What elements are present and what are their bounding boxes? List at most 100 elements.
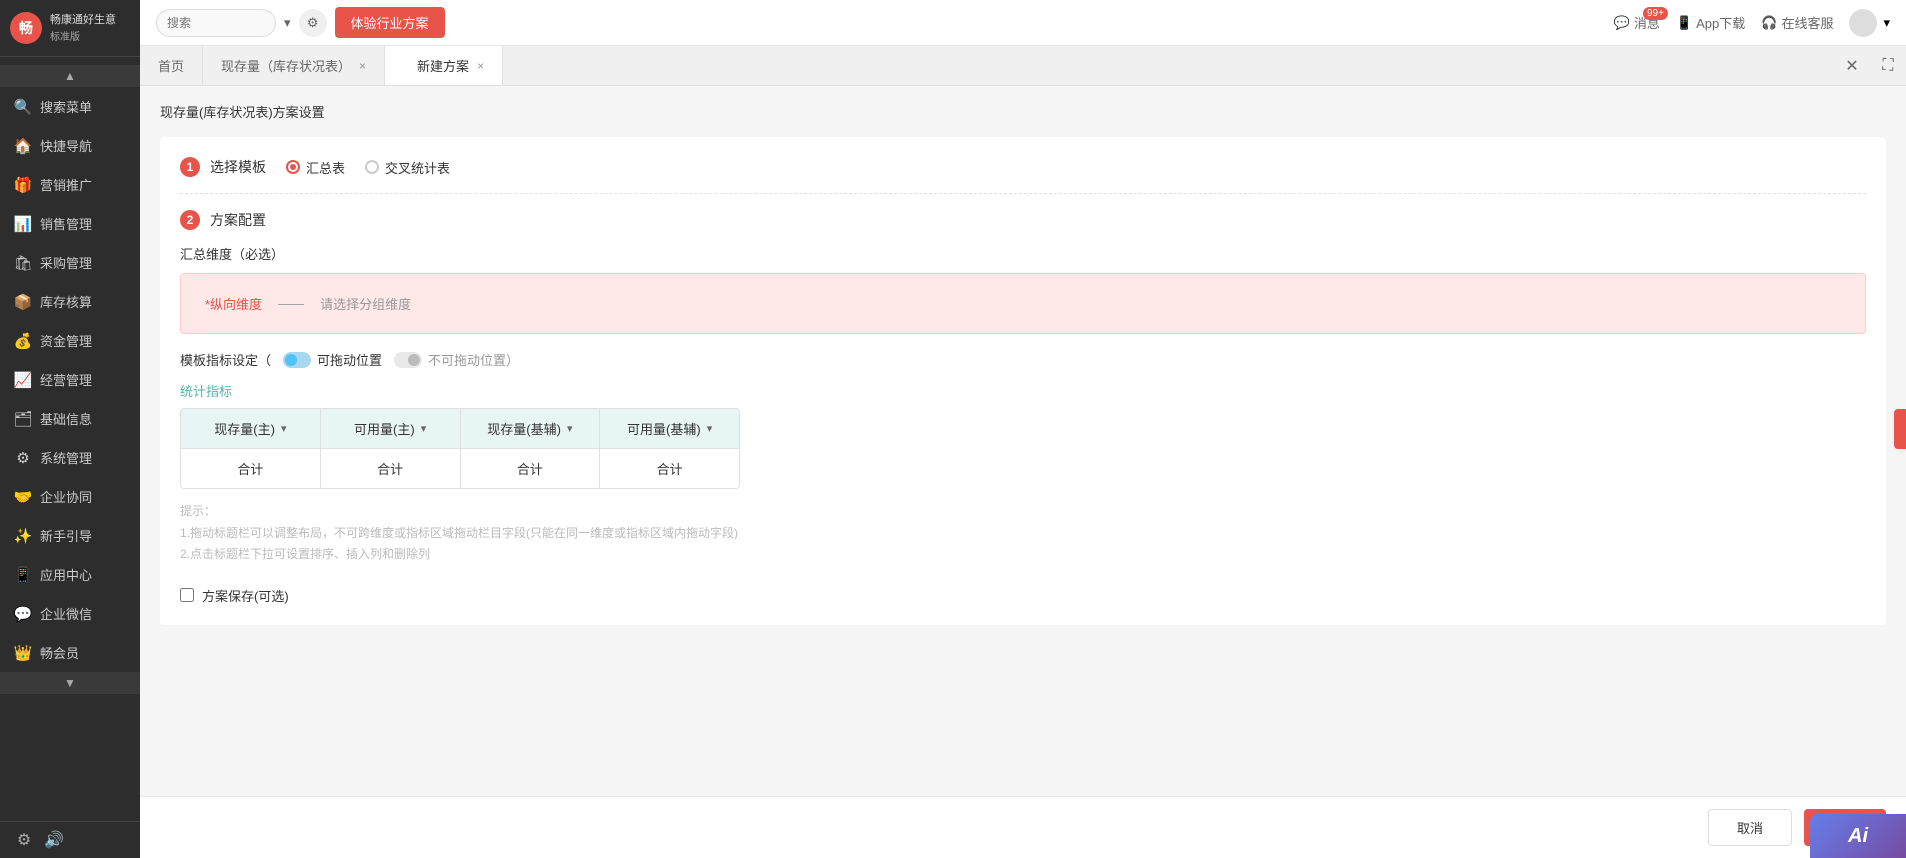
col-header-available-aux[interactable]: 可用量(基辅) ▾ <box>600 409 739 448</box>
sidebar-item-wechat[interactable]: 💬 企业微信 <box>0 594 140 633</box>
dropdown-button[interactable]: ▾ <box>284 15 291 31</box>
tip2: 2.点击标题栏下拉可设置排序、插入列和删除列 <box>180 544 1866 566</box>
sidebar-item-inventory[interactable]: 📦 库存核算 <box>0 282 140 321</box>
sidebar-item-newbie[interactable]: ✨ 新手引导 <box>0 516 140 555</box>
app-download-button[interactable]: 📱 App下载 <box>1676 13 1745 32</box>
chevron-down-icon-col2: ▾ <box>567 422 573 435</box>
sidebar-item-purchase-mgmt[interactable]: 🛍 采购管理 <box>0 243 140 282</box>
gear-icon[interactable]: ⚙ <box>299 9 327 37</box>
col-header-current-aux[interactable]: 现存量(基辅) ▾ <box>461 409 601 448</box>
brand-name: 畅康通好生意 <box>50 13 116 28</box>
radio-summary-label: 汇总表 <box>306 158 345 177</box>
wechat-icon: 💬 <box>14 605 32 623</box>
draggable-toggle-dot <box>285 354 297 366</box>
sidebar-item-label: 基础信息 <box>40 409 92 428</box>
sidebar-item-label: 采购管理 <box>40 253 92 272</box>
stats-table-row-1: 合计 合计 合计 合计 <box>181 448 739 488</box>
draggable-toggle-box <box>283 352 311 368</box>
radio-cross-circle <box>365 160 379 174</box>
sidebar-item-label: 企业微信 <box>40 604 92 623</box>
step1-header: 1 选择模板 汇总表 交叉统计表 <box>180 157 1866 177</box>
sidebar-item-operations[interactable]: 📈 经营管理 <box>0 360 140 399</box>
col-label-available-aux: 可用量(基辅) <box>627 419 701 438</box>
sidebar: 畅 畅康通好生意 标准版 ▲ 🔍 搜索菜单 🏠 快捷导航 🎁 营销推广 📊 销售… <box>0 0 140 858</box>
sidebar-scroll-up[interactable]: ▲ <box>0 65 140 87</box>
tab-close-icon[interactable]: ✕ <box>1834 48 1870 84</box>
newbie-icon: ✨ <box>14 527 32 545</box>
scroll-handle[interactable] <box>1894 409 1906 449</box>
sidebar-item-sales-mgmt[interactable]: 📊 销售管理 <box>0 204 140 243</box>
step1-title: 选择模板 <box>210 157 266 177</box>
radio-cross[interactable]: 交叉统计表 <box>365 158 450 177</box>
sidebar-item-label: 资金管理 <box>40 331 92 350</box>
enterprise-icon: 🤝 <box>14 488 32 506</box>
not-draggable-toggle: 不可拖动位置） <box>394 350 519 369</box>
tab-inventory-close[interactable]: × <box>359 59 366 73</box>
sidebar-scroll-down[interactable]: ▼ <box>0 672 140 694</box>
sidebar-item-member[interactable]: 👑 畅会员 <box>0 633 140 672</box>
system-icon: ⚙ <box>14 449 32 467</box>
tab-new-plan[interactable]: 新建方案 × <box>385 46 503 85</box>
message-button[interactable]: 💬 消息 99+ <box>1614 13 1660 32</box>
stats-table-header: 现存量(主) ▾ 可用量(主) ▾ 现存量(基辅) ▾ 可用量(基辅) ▾ <box>181 409 739 448</box>
tab-inventory-status[interactable]: 现存量（库存状况表） × <box>203 46 385 85</box>
content-area: 现存量(库存状况表)方案设置 1 选择模板 汇总表 交叉统计表 <box>140 86 1906 796</box>
brand-sub: 标准版 <box>50 28 116 43</box>
online-service-button[interactable]: 🎧 在线客服 <box>1761 13 1833 32</box>
top-bar: ▾ ⚙ 体验行业方案 💬 消息 99+ 📱 App下载 🎧 在线客服 ▾ <box>140 0 1906 46</box>
tab-expand-icon[interactable]: ⛶ <box>1870 48 1906 84</box>
sidebar-item-system-mgmt[interactable]: ⚙ 系统管理 <box>0 438 140 477</box>
sidebar-item-label: 库存核算 <box>40 292 92 311</box>
tab-new-plan-label: 新建方案 <box>417 56 469 75</box>
sidebar-item-label: 新手引导 <box>40 526 92 545</box>
operations-icon: 📈 <box>14 371 32 389</box>
cell-current-main: 合计 <box>181 449 321 488</box>
col-header-current-main[interactable]: 现存量(主) ▾ <box>181 409 321 448</box>
sidebar-item-label: 系统管理 <box>40 448 92 467</box>
save-checkbox[interactable] <box>180 588 194 602</box>
cell-available-main: 合计 <box>321 449 461 488</box>
user-avatar <box>1849 9 1877 37</box>
sidebar-item-finance[interactable]: 💰 资金管理 <box>0 321 140 360</box>
col-label-current-aux: 现存量(基辅) <box>487 419 561 438</box>
cell-current-aux: 合计 <box>461 449 601 488</box>
sidebar-item-basic-info[interactable]: 🗂 基础信息 <box>0 399 140 438</box>
tab-new-plan-close[interactable]: × <box>477 59 484 73</box>
sidebar-item-marketing[interactable]: 🎁 营销推广 <box>0 165 140 204</box>
step2-header: 2 方案配置 <box>180 210 1866 230</box>
cancel-button[interactable]: 取消 <box>1708 809 1792 846</box>
sidebar-item-enterprise[interactable]: 🤝 企业协同 <box>0 477 140 516</box>
tab-home-label: 首页 <box>158 56 184 75</box>
sidebar-item-label: 应用中心 <box>40 565 92 584</box>
tips-section: 提示： 1.拖动标题栏可以调整布局，不可跨维度或指标区域拖动栏目字段(只能在同一… <box>180 501 1866 566</box>
sound-footer-icon[interactable]: 🔊 <box>44 830 64 850</box>
sidebar-item-label: 企业协同 <box>40 487 92 506</box>
draggable-toggle[interactable]: 可拖动位置 <box>283 350 382 369</box>
sidebar-item-label: 快捷导航 <box>40 136 92 155</box>
indicator-settings-header: 模板指标设定（ 可拖动位置 不可拖动位置） <box>180 350 1866 369</box>
page-title: 现存量(库存状况表)方案设置 <box>160 102 1886 121</box>
step2-badge: 2 <box>180 210 200 230</box>
user-info[interactable]: ▾ <box>1849 9 1890 37</box>
sidebar-header: 畅 畅康通好生意 标准版 <box>0 0 140 57</box>
col-header-available-main[interactable]: 可用量(主) ▾ <box>321 409 461 448</box>
inventory-icon: 📦 <box>14 293 32 311</box>
marketing-icon: 🎁 <box>14 176 32 194</box>
radio-summary[interactable]: 汇总表 <box>286 158 345 177</box>
sidebar-logo: 畅 <box>10 12 42 44</box>
sidebar-item-app-center[interactable]: 📱 应用中心 <box>0 555 140 594</box>
tips-title: 提示： <box>180 504 216 518</box>
try-industry-button[interactable]: 体验行业方案 <box>335 7 445 38</box>
ai-button[interactable]: Ai <box>1810 814 1906 858</box>
settings-footer-icon[interactable]: ⚙ <box>14 830 34 850</box>
chevron-down-icon-col1: ▾ <box>421 422 427 435</box>
step1-badge: 1 <box>180 157 200 177</box>
search-input[interactable] <box>156 9 276 37</box>
sidebar-item-search-menu[interactable]: 🔍 搜索菜单 <box>0 87 140 126</box>
sidebar-footer: ⚙ 🔊 <box>0 821 140 858</box>
headset-icon: 🎧 <box>1761 15 1777 31</box>
sidebar-item-quick-nav[interactable]: 🏠 快捷导航 <box>0 126 140 165</box>
save-label: 方案保存(可选) <box>202 586 289 605</box>
tab-home[interactable]: 首页 <box>140 46 203 85</box>
tab-bar: 首页 现存量（库存状况表） × 新建方案 × ✕ ⛶ <box>140 46 1906 86</box>
